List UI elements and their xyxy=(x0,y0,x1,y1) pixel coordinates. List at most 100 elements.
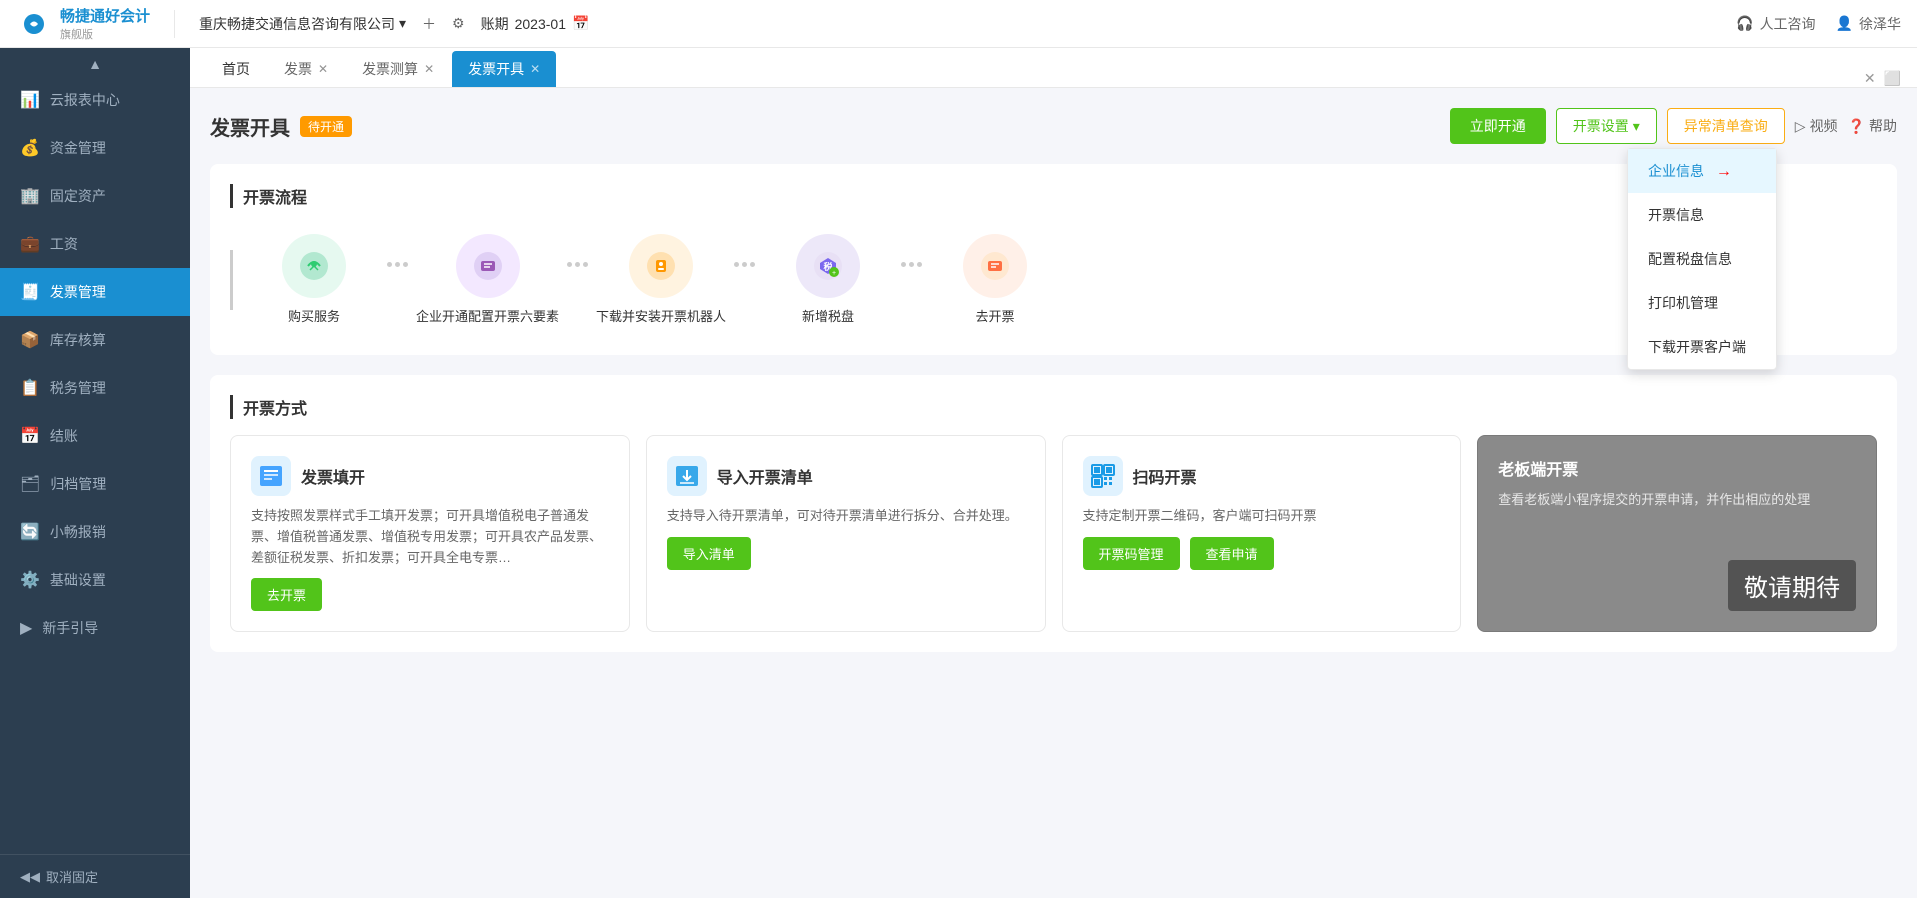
avatar-icon: 👤 xyxy=(1836,15,1853,32)
sidebar-item-fixed-assets[interactable]: 🏢 固定资产 xyxy=(0,172,190,220)
method-desc-1: 支持按照发票样式手工填开发票；可开具增值税电子普通发票、增值税普通发票、增值税专… xyxy=(251,506,609,568)
sidebar-item-label: 发票管理 xyxy=(50,282,106,302)
tab-label: 发票开具 xyxy=(468,59,524,79)
flow-connector-1 xyxy=(379,262,416,297)
tab-label: 发票 xyxy=(284,59,312,79)
sidebar-item-settings[interactable]: ⚙️ 基础设置 xyxy=(0,556,190,604)
step-icon-4: 税+ xyxy=(796,234,860,298)
dropdown-item-printer[interactable]: 打印机管理 xyxy=(1628,281,1776,325)
sidebar-item-label: 结账 xyxy=(50,426,78,446)
invoice-settings-button[interactable]: 开票设置 ▾ xyxy=(1556,108,1657,144)
invoice-icon: 🧾 xyxy=(20,282,40,302)
video-button[interactable]: ▷ 视频 xyxy=(1795,116,1838,136)
dropdown-label: 企业信息 xyxy=(1648,163,1704,179)
step-icon-3 xyxy=(629,234,693,298)
period-value: 2023-01 xyxy=(515,16,566,32)
sidebar-item-guide[interactable]: ▶ 新手引导 xyxy=(0,604,190,652)
activate-button[interactable]: 立即开通 xyxy=(1450,108,1546,144)
cancel-fixed-button[interactable]: ◀◀ 取消固定 xyxy=(0,854,190,898)
dropdown-item-download-client[interactable]: 下载开票客户端 xyxy=(1628,325,1776,369)
method-actions-1: 去开票 xyxy=(251,578,609,611)
close-window-icon[interactable]: ✕ xyxy=(1864,70,1876,87)
method-header-1: 发票填开 xyxy=(251,456,609,496)
fund-icon: 💰 xyxy=(20,138,40,158)
close-tab-icon[interactable]: ✕ xyxy=(530,62,540,76)
method-title-1: 发票填开 xyxy=(301,464,365,488)
step-icon-5 xyxy=(963,234,1027,298)
sidebar-item-fund-management[interactable]: 💰 资金管理 xyxy=(0,124,190,172)
dropdown-menu: 企业信息 → 开票信息 配置税盘信息 打印机管理 下 xyxy=(1627,148,1777,370)
tax-icon: 📋 xyxy=(20,378,40,398)
settings-label: 开票设置 xyxy=(1573,116,1629,136)
account-period: 账期 2023-01 📅 xyxy=(481,14,590,34)
page-header: 发票开具 待开通 立即开通 开票设置 ▾ 异常清单查询 ▷ 视频 ❓ xyxy=(210,108,1897,144)
dropdown-label: 下载开票客户端 xyxy=(1648,339,1746,355)
sidebar-item-expense[interactable]: 🔄 小畅报销 xyxy=(0,508,190,556)
step-icon-1 xyxy=(282,234,346,298)
tab-invoice-open[interactable]: 发票开具 ✕ xyxy=(452,51,556,87)
user-profile-button[interactable]: 👤 徐泽华 xyxy=(1836,14,1901,34)
qr-manage-button[interactable]: 开票码管理 xyxy=(1083,537,1180,570)
flow-step-1: 购买服务 xyxy=(249,234,379,325)
tab-invoice-calc[interactable]: 发票测算 ✕ xyxy=(346,51,450,87)
arrow-right-icon: → xyxy=(1716,163,1732,180)
sidebar-item-label: 云报表中心 xyxy=(50,90,120,110)
svg-text:+: + xyxy=(832,270,836,277)
close-tab-icon[interactable]: ✕ xyxy=(318,62,328,76)
methods-section: 开票方式 发票填开 支持按照发票样式手工填开发票；可开具增值税电子普通发票、增值… xyxy=(210,375,1897,652)
cancel-label: 取消固定 xyxy=(46,867,98,886)
calendar-icon[interactable]: 📅 xyxy=(572,15,589,32)
sidebar: ▲ 📊 云报表中心 💰 资金管理 🏢 固定资产 💼 工资 🧾 发票管理 📦 库存… xyxy=(0,48,190,898)
sidebar-item-label: 固定资产 xyxy=(50,186,106,206)
flow-step-4: 税+ 新增税盘 xyxy=(763,234,893,325)
dropdown-label: 配置税盘信息 xyxy=(1648,251,1732,267)
anomaly-list-button[interactable]: 异常清单查询 xyxy=(1667,108,1785,144)
sidebar-item-tax[interactable]: 📋 税务管理 xyxy=(0,364,190,412)
chevron-down-icon: ▾ xyxy=(1633,118,1640,135)
import-list-button[interactable]: 导入清单 xyxy=(667,537,751,570)
view-apply-button[interactable]: 查看申请 xyxy=(1190,537,1274,570)
top-bar-right: 🎧 人工咨询 👤 徐泽华 xyxy=(1736,14,1901,34)
sidebar-item-salary[interactable]: 💼 工资 xyxy=(0,220,190,268)
sidebar-scroll-up[interactable]: ▲ xyxy=(0,48,190,76)
tab-home[interactable]: 首页 xyxy=(206,51,266,87)
add-company-button[interactable]: ＋ xyxy=(422,14,436,34)
tab-label: 首页 xyxy=(222,59,250,79)
tab-label: 发票测算 xyxy=(362,59,418,79)
sidebar-item-label: 库存核算 xyxy=(50,330,106,350)
dropdown-item-company[interactable]: 企业信息 → xyxy=(1628,149,1776,193)
step-label-4: 新增税盘 xyxy=(802,306,854,325)
flow-start-line xyxy=(230,250,233,310)
tabs-bar: 首页 发票 ✕ 发票测算 ✕ 发票开具 ✕ ✕ ⬜ xyxy=(190,48,1917,88)
sidebar-item-label: 基础设置 xyxy=(50,570,106,590)
page-content: 发票开具 待开通 立即开通 开票设置 ▾ 异常清单查询 ▷ 视频 ❓ xyxy=(190,88,1917,898)
go-invoice-button[interactable]: 去开票 xyxy=(251,578,322,611)
salary-icon: 💼 xyxy=(20,234,40,254)
settings-icon-button[interactable]: ⚙ xyxy=(452,15,465,32)
close-tab-icon[interactable]: ✕ xyxy=(424,62,434,76)
help-button[interactable]: ❓ 帮助 xyxy=(1848,116,1897,136)
chevron-down-icon: ▾ xyxy=(399,15,406,32)
top-bar: 畅捷通好会计 旗舰版 重庆畅捷交通信息咨询有限公司 ▾ ＋ ⚙ 账期 2023-… xyxy=(0,0,1917,48)
plus-icon: ＋ xyxy=(422,14,436,34)
content-area: 首页 发票 ✕ 发票测算 ✕ 发票开具 ✕ ✕ ⬜ xyxy=(190,48,1917,898)
sidebar-item-closing[interactable]: 📅 结账 xyxy=(0,412,190,460)
archive-icon: 🗂 xyxy=(20,474,40,494)
dropdown-item-invoice-info[interactable]: 开票信息 xyxy=(1628,193,1776,237)
sidebar-item-inventory[interactable]: 📦 库存核算 xyxy=(0,316,190,364)
username-label: 徐泽华 xyxy=(1859,14,1901,34)
dropdown-item-tax-config[interactable]: 配置税盘信息 xyxy=(1628,237,1776,281)
human-consult-button[interactable]: 🎧 人工咨询 xyxy=(1736,14,1815,34)
sidebar-item-label: 工资 xyxy=(50,234,78,254)
sidebar-item-invoice[interactable]: 🧾 发票管理 xyxy=(0,268,190,316)
headset-icon: 🎧 xyxy=(1736,15,1753,32)
step-label-2: 企业开通配置开票六要素 xyxy=(416,306,559,325)
sidebar-item-cloud-report[interactable]: 📊 云报表中心 xyxy=(0,76,190,124)
method-title-2: 导入开票清单 xyxy=(717,464,813,488)
maximize-icon[interactable]: ⬜ xyxy=(1884,70,1901,87)
sidebar-item-archive[interactable]: 🗂 归档管理 xyxy=(0,460,190,508)
company-selector[interactable]: 重庆畅捷交通信息咨询有限公司 ▾ xyxy=(199,14,406,34)
method-desc-2: 支持导入待开票清单，可对待开票清单进行拆分、合并处理。 xyxy=(667,506,1025,527)
flow-step-5: 去开票 xyxy=(930,234,1060,325)
tab-invoice[interactable]: 发票 ✕ xyxy=(268,51,344,87)
